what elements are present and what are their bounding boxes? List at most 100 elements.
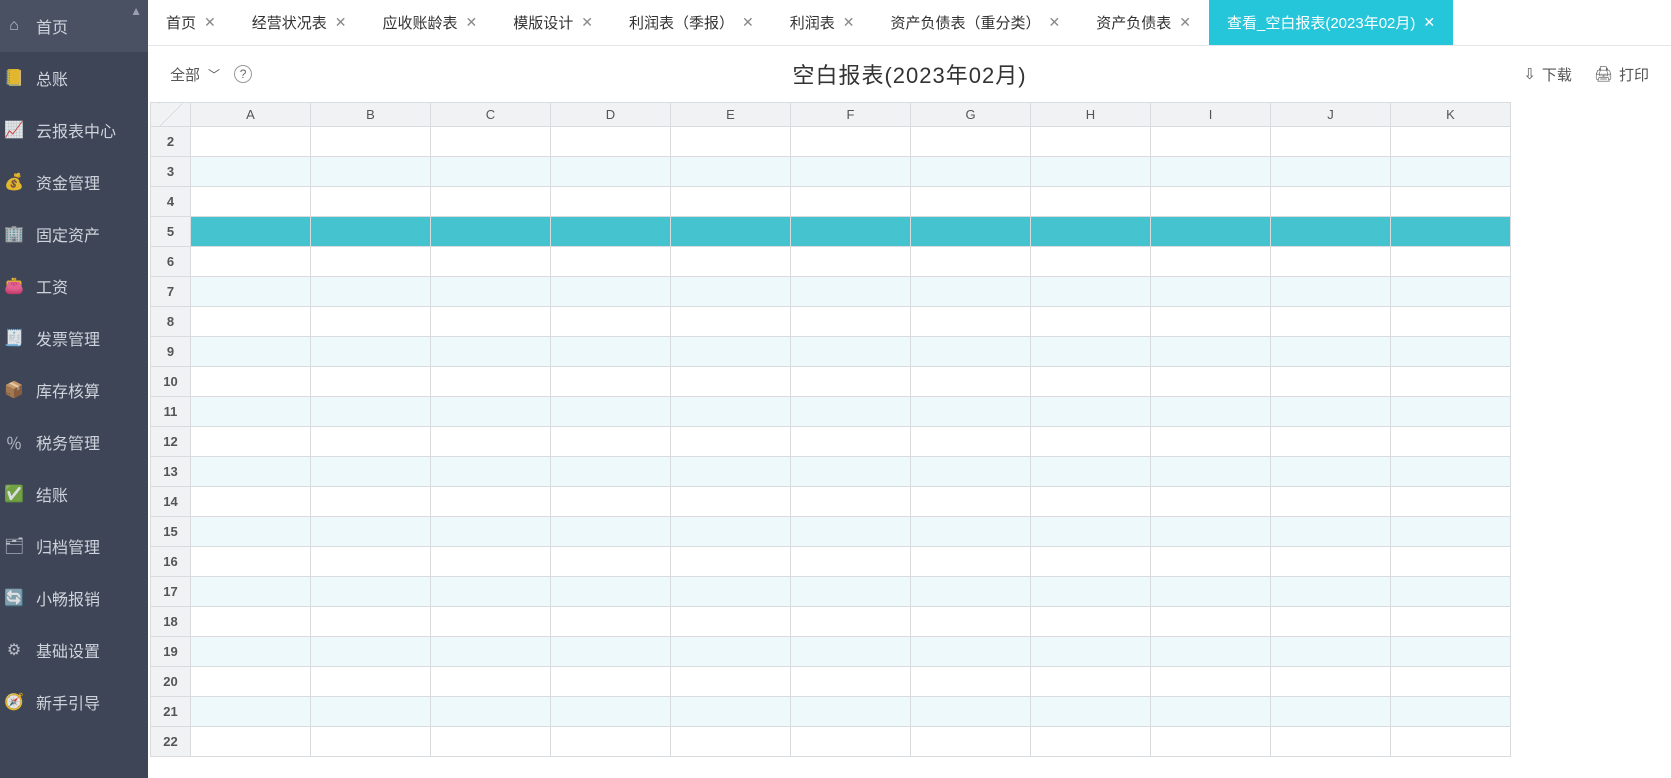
cell-B3[interactable] [311, 157, 431, 187]
close-icon[interactable]: ✕ [335, 14, 347, 31]
sidebar-item-11[interactable]: 🔄小畅报销 [0, 572, 148, 624]
close-icon[interactable]: ✕ [204, 14, 216, 31]
cell-G5[interactable] [911, 217, 1031, 247]
cell-D18[interactable] [551, 607, 671, 637]
cell-C10[interactable] [431, 367, 551, 397]
cell-D11[interactable] [551, 397, 671, 427]
cell-A22[interactable] [191, 727, 311, 757]
cell-K12[interactable] [1391, 427, 1511, 457]
cell-J11[interactable] [1271, 397, 1391, 427]
cell-E7[interactable] [671, 277, 791, 307]
cell-J13[interactable] [1271, 457, 1391, 487]
col-header-E[interactable]: E [671, 103, 791, 127]
close-icon[interactable]: ✕ [581, 14, 593, 31]
cell-K10[interactable] [1391, 367, 1511, 397]
cell-J2[interactable] [1271, 127, 1391, 157]
cell-D21[interactable] [551, 697, 671, 727]
cell-K9[interactable] [1391, 337, 1511, 367]
cell-B21[interactable] [311, 697, 431, 727]
tab-1[interactable]: 经营状况表✕ [234, 0, 365, 45]
cell-K11[interactable] [1391, 397, 1511, 427]
cell-J18[interactable] [1271, 607, 1391, 637]
sidebar-item-13[interactable]: 🧭新手引导 [0, 676, 148, 728]
cell-B7[interactable] [311, 277, 431, 307]
cell-A5[interactable] [191, 217, 311, 247]
cell-K4[interactable] [1391, 187, 1511, 217]
cell-H20[interactable] [1031, 667, 1151, 697]
cell-H16[interactable] [1031, 547, 1151, 577]
row-header-18[interactable]: 18 [151, 607, 191, 637]
col-header-F[interactable]: F [791, 103, 911, 127]
cell-E16[interactable] [671, 547, 791, 577]
cell-J20[interactable] [1271, 667, 1391, 697]
cell-A20[interactable] [191, 667, 311, 697]
row-header-13[interactable]: 13 [151, 457, 191, 487]
cell-A17[interactable] [191, 577, 311, 607]
cell-K19[interactable] [1391, 637, 1511, 667]
cell-B19[interactable] [311, 637, 431, 667]
cell-J15[interactable] [1271, 517, 1391, 547]
cell-A21[interactable] [191, 697, 311, 727]
cell-E19[interactable] [671, 637, 791, 667]
cell-B13[interactable] [311, 457, 431, 487]
cell-C7[interactable] [431, 277, 551, 307]
cell-J6[interactable] [1271, 247, 1391, 277]
cell-H2[interactable] [1031, 127, 1151, 157]
cell-I2[interactable] [1151, 127, 1271, 157]
cell-F19[interactable] [791, 637, 911, 667]
row-header-3[interactable]: 3 [151, 157, 191, 187]
cell-F10[interactable] [791, 367, 911, 397]
cell-A14[interactable] [191, 487, 311, 517]
cell-H14[interactable] [1031, 487, 1151, 517]
sidebar-item-5[interactable]: 👛工资 [0, 260, 148, 312]
print-button[interactable]: 🖨 打印 [1594, 64, 1649, 85]
cell-C18[interactable] [431, 607, 551, 637]
sidebar-item-2[interactable]: 📈云报表中心 [0, 104, 148, 156]
row-header-8[interactable]: 8 [151, 307, 191, 337]
cell-B5[interactable] [311, 217, 431, 247]
cell-I11[interactable] [1151, 397, 1271, 427]
cell-F12[interactable] [791, 427, 911, 457]
cell-I12[interactable] [1151, 427, 1271, 457]
cell-F6[interactable] [791, 247, 911, 277]
cell-C4[interactable] [431, 187, 551, 217]
cell-G4[interactable] [911, 187, 1031, 217]
cell-I8[interactable] [1151, 307, 1271, 337]
cell-K17[interactable] [1391, 577, 1511, 607]
cell-D14[interactable] [551, 487, 671, 517]
cell-G14[interactable] [911, 487, 1031, 517]
cell-K16[interactable] [1391, 547, 1511, 577]
select-all-corner[interactable] [151, 103, 191, 127]
cell-E14[interactable] [671, 487, 791, 517]
row-header-10[interactable]: 10 [151, 367, 191, 397]
cell-C15[interactable] [431, 517, 551, 547]
cell-E10[interactable] [671, 367, 791, 397]
col-header-A[interactable]: A [191, 103, 311, 127]
cell-G2[interactable] [911, 127, 1031, 157]
sidebar-item-3[interactable]: 💰资金管理 [0, 156, 148, 208]
cell-E11[interactable] [671, 397, 791, 427]
cell-D7[interactable] [551, 277, 671, 307]
cell-C5[interactable] [431, 217, 551, 247]
cell-E2[interactable] [671, 127, 791, 157]
cell-A15[interactable] [191, 517, 311, 547]
cell-D10[interactable] [551, 367, 671, 397]
cell-F14[interactable] [791, 487, 911, 517]
cell-J19[interactable] [1271, 637, 1391, 667]
col-header-D[interactable]: D [551, 103, 671, 127]
cell-C13[interactable] [431, 457, 551, 487]
cell-D4[interactable] [551, 187, 671, 217]
cell-E5[interactable] [671, 217, 791, 247]
cell-H3[interactable] [1031, 157, 1151, 187]
cell-C16[interactable] [431, 547, 551, 577]
cell-H22[interactable] [1031, 727, 1151, 757]
cell-K18[interactable] [1391, 607, 1511, 637]
cell-I10[interactable] [1151, 367, 1271, 397]
cell-G10[interactable] [911, 367, 1031, 397]
cell-G15[interactable] [911, 517, 1031, 547]
cell-F5[interactable] [791, 217, 911, 247]
cell-F16[interactable] [791, 547, 911, 577]
cell-I4[interactable] [1151, 187, 1271, 217]
cell-C11[interactable] [431, 397, 551, 427]
close-icon[interactable]: ✕ [843, 14, 855, 31]
